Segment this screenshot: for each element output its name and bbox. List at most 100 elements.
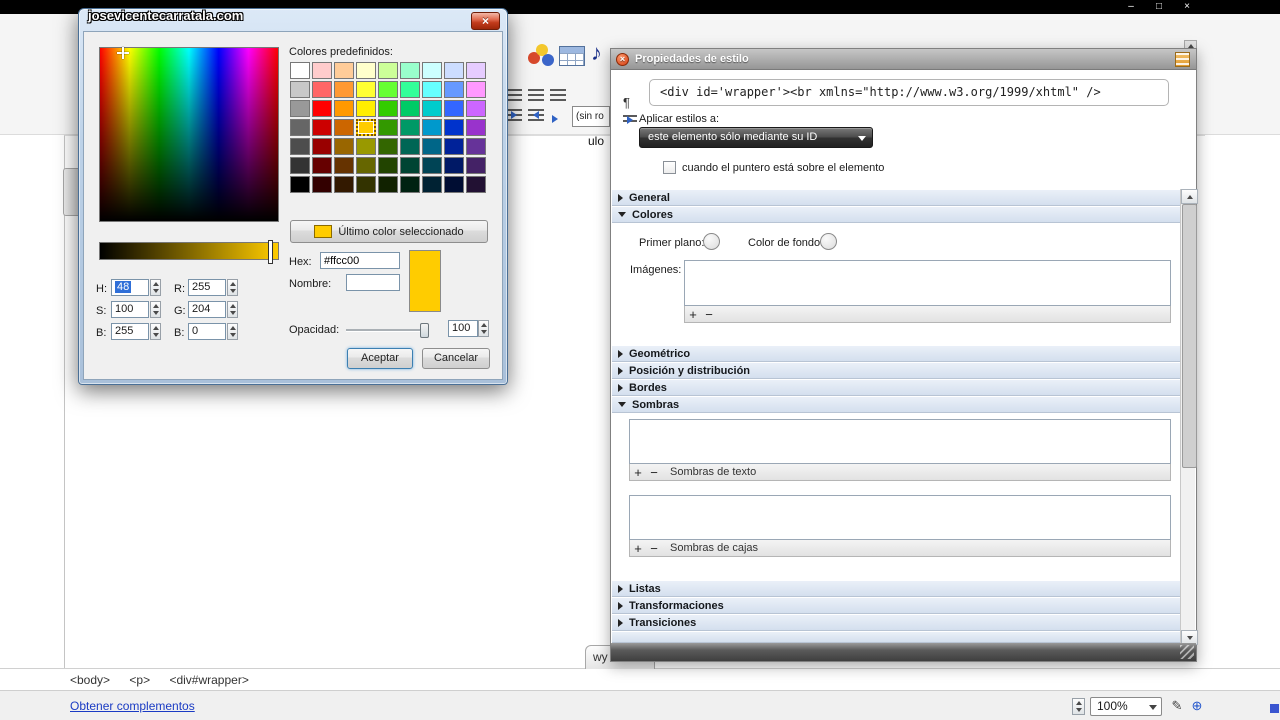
r-field[interactable]: 255 [188,279,226,296]
palette-swatch[interactable] [466,119,486,136]
get-addons-link[interactable]: Obtener complementos [70,691,195,720]
palette-swatch[interactable] [312,157,332,174]
dialog-close-button[interactable]: × [471,12,500,30]
palette-swatch[interactable] [400,157,420,174]
palette-swatch[interactable] [400,119,420,136]
section-sombras[interactable]: Sombras [612,396,1180,413]
box-shadows-listbox[interactable] [629,495,1171,540]
palette-swatch[interactable] [356,100,376,117]
css-selector-box[interactable]: <div id='wrapper'><br xmlns="http://www.… [649,79,1169,106]
palette-swatch[interactable] [422,176,442,193]
palette-swatch[interactable] [466,176,486,193]
palette-swatch[interactable] [356,157,376,174]
palette-swatch[interactable] [378,176,398,193]
b-stepper[interactable] [150,323,161,340]
target-icon[interactable]: ⊕ [1188,697,1206,715]
palette-swatch[interactable] [466,138,486,155]
palette-swatch[interactable] [356,62,376,79]
last-color-button[interactable]: Último color seleccionado [290,220,488,243]
foreground-color-well[interactable] [703,233,720,250]
palette-swatch[interactable] [444,62,464,79]
palette-swatch[interactable] [312,62,332,79]
palette-swatch[interactable] [378,100,398,117]
remove-image-button[interactable]: − [701,307,717,322]
section-listas[interactable]: Listas [612,580,1180,597]
text-shadows-listbox[interactable] [629,419,1171,464]
close-button[interactable]: × [1174,1,1200,13]
palette-swatch[interactable] [444,119,464,136]
scrollbar-thumb[interactable] [1182,204,1197,468]
align-justify-icon[interactable] [550,89,566,101]
opacity-slider-track[interactable] [346,329,426,332]
palette-swatch[interactable] [466,157,486,174]
palette-swatch[interactable] [444,157,464,174]
palette-swatch[interactable] [466,81,486,98]
section-partial[interactable] [612,631,1180,643]
panel-scrollbar[interactable] [1180,189,1198,645]
palette-swatch[interactable] [334,138,354,155]
palette-swatch[interactable] [334,176,354,193]
g-field[interactable]: 204 [188,301,226,318]
palette-swatch[interactable] [312,100,332,117]
palette-swatch[interactable] [422,138,442,155]
palette-swatch[interactable] [400,176,420,193]
scrollbar-up-button[interactable] [1181,189,1198,204]
insert-arrow-icon[interactable] [552,110,558,128]
section-colores[interactable]: Colores [612,206,1180,223]
pilcrow-icon[interactable]: ¶ [623,95,630,110]
palette-swatch[interactable] [334,81,354,98]
zoom-dropdown[interactable]: 100% [1090,697,1162,716]
h-field[interactable]: 48 [111,279,149,296]
palette-swatch[interactable] [312,138,332,155]
palette-swatch[interactable] [422,62,442,79]
remove-text-shadow-button[interactable]: − [646,465,662,480]
palette-swatch[interactable] [356,81,376,98]
palette-swatch[interactable] [444,176,464,193]
color-crosshair-icon[interactable] [117,47,129,59]
palette-swatch[interactable] [422,100,442,117]
blue-field[interactable]: 0 [188,323,226,340]
panel-close-icon[interactable]: × [616,53,629,66]
apply-mode-dropdown[interactable]: este elemento sólo mediante su ID [639,127,873,148]
brightness-slider[interactable] [99,240,279,264]
palette-swatch[interactable] [444,81,464,98]
breadcrumb-div-wrapper[interactable]: <div#wrapper> [169,673,248,687]
minimize-button[interactable]: – [1118,1,1144,13]
palette-swatch[interactable] [444,100,464,117]
palette-swatch[interactable] [378,81,398,98]
section-transiciones[interactable]: Transiciones [612,614,1180,631]
breadcrumb-p[interactable]: <p> [129,673,150,687]
outdent-icon[interactable] [528,108,546,122]
add-image-button[interactable]: + [685,307,701,322]
add-box-shadow-button[interactable]: + [630,541,646,556]
section-general[interactable]: General [612,189,1180,206]
cancel-button[interactable]: Cancelar [422,348,490,369]
panel-header[interactable]: × Propiedades de estilo [611,49,1196,70]
indent-arrow-icon[interactable] [623,115,639,127]
images-listbox[interactable] [684,260,1171,306]
palette-swatch[interactable] [290,100,310,117]
palette-swatch[interactable] [334,157,354,174]
section-bordes[interactable]: Bordes [612,379,1180,396]
resize-corner-dot[interactable] [1270,704,1279,713]
palette-swatch[interactable] [378,62,398,79]
table-icon[interactable] [559,46,585,66]
resize-grip-icon[interactable] [1180,645,1194,659]
palette-swatch[interactable] [312,119,332,136]
g-stepper[interactable] [227,301,238,318]
palette-swatch[interactable] [290,176,310,193]
b-field[interactable]: 255 [111,323,149,340]
palette-swatch[interactable] [334,119,354,136]
palette-swatch[interactable] [422,119,442,136]
palette-swatch[interactable] [378,157,398,174]
palette-swatch[interactable] [290,138,310,155]
pencil-icon[interactable]: ✎ [1168,697,1186,715]
panel-options-icon[interactable] [1175,52,1190,67]
accept-button[interactable]: Aceptar [347,348,413,369]
palette-swatch[interactable] [312,81,332,98]
palette-swatch[interactable] [400,138,420,155]
r-stepper[interactable] [227,279,238,296]
maximize-button[interactable]: □ [1146,1,1172,13]
section-transformaciones[interactable]: Transformaciones [612,597,1180,614]
align-left-icon[interactable] [506,89,522,101]
